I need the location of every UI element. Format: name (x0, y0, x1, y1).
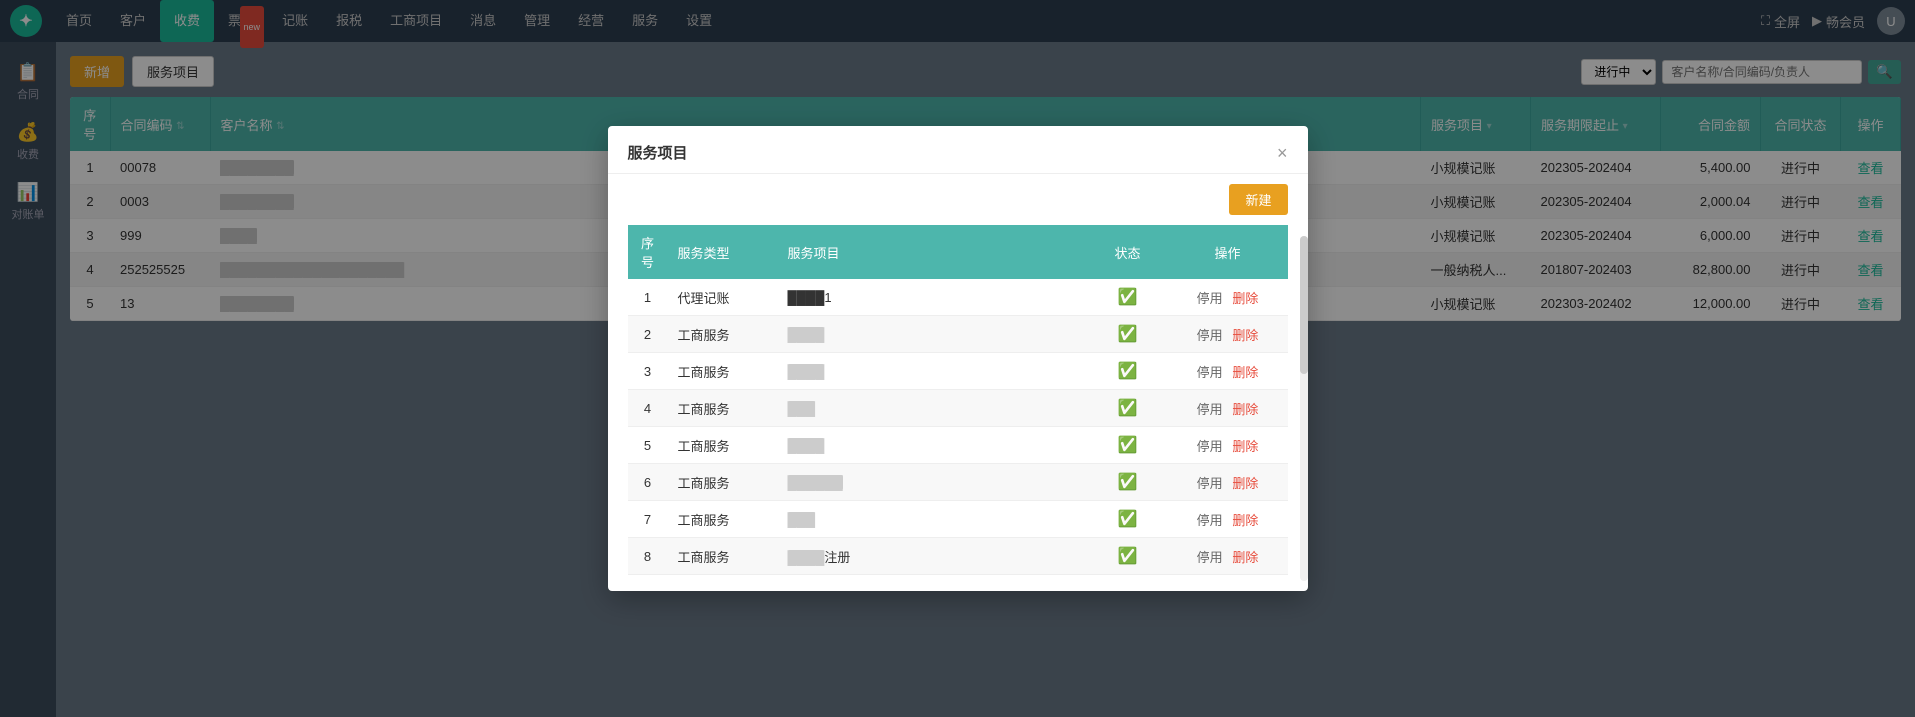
disable-button[interactable]: 停用 (1197, 365, 1223, 380)
modal-cell-item: ███ (778, 501, 1088, 538)
modal-cell-seq: 3 (628, 353, 668, 390)
modal-table-row: 5 工商服务 ████ ✅ 停用 删除 (628, 427, 1288, 464)
modal-scrollbar-thumb (1300, 236, 1308, 374)
status-check-icon: ✅ (1118, 400, 1138, 417)
status-check-icon: ✅ (1118, 363, 1138, 380)
delete-button[interactable]: 删除 (1232, 476, 1258, 491)
disable-button[interactable]: 停用 (1197, 550, 1223, 565)
modal-cell-type: 工商服务 (668, 427, 778, 464)
modal-cell-status: ✅ (1088, 279, 1168, 316)
status-check-icon: ✅ (1118, 474, 1138, 491)
delete-button[interactable]: 删除 (1232, 402, 1258, 417)
modal-cell-item: ████ (778, 316, 1088, 353)
modal-col-item: 服务项目 (778, 225, 1088, 279)
modal-table-row: 8 工商服务 ████注册 ✅ 停用 删除 (628, 538, 1288, 575)
modal-body: 序号 服务类型 服务项目 状态 操作 1 代理记账 ████1 ✅ 停用 删除 … (608, 225, 1308, 591)
modal-overlay[interactable]: 服务项目 × 新建 序号 服务类型 服务项目 状态 操作 1 代理记账 (0, 0, 1915, 717)
modal-table-row: 7 工商服务 ███ ✅ 停用 删除 (628, 501, 1288, 538)
status-check-icon: ✅ (1118, 511, 1138, 528)
modal-cell-status: ✅ (1088, 427, 1168, 464)
modal-table-row: 3 工商服务 ████ ✅ 停用 删除 (628, 353, 1288, 390)
modal-cell-type: 工商服务 (668, 538, 778, 575)
modal-cell-status: ✅ (1088, 390, 1168, 427)
delete-button[interactable]: 删除 (1232, 513, 1258, 528)
modal-cell-type: 工商服务 (668, 316, 778, 353)
modal-cell-type: 工商服务 (668, 390, 778, 427)
delete-button[interactable]: 删除 (1232, 328, 1258, 343)
modal-cell-action: 停用 删除 (1168, 316, 1288, 353)
modal-cell-status: ✅ (1088, 353, 1168, 390)
modal-table-row: 1 代理记账 ████1 ✅ 停用 删除 (628, 279, 1288, 316)
modal-cell-seq: 1 (628, 279, 668, 316)
modal-cell-status: ✅ (1088, 316, 1168, 353)
delete-button[interactable]: 删除 (1232, 439, 1258, 454)
modal-cell-type: 代理记账 (668, 279, 778, 316)
status-check-icon: ✅ (1118, 548, 1138, 565)
modal-cell-seq: 6 (628, 464, 668, 501)
modal-header: 服务项目 × (608, 126, 1308, 174)
modal-cell-action: 停用 删除 (1168, 279, 1288, 316)
delete-button[interactable]: 删除 (1232, 550, 1258, 565)
service-items-modal: 服务项目 × 新建 序号 服务类型 服务项目 状态 操作 1 代理记账 (608, 126, 1308, 591)
modal-table-row: 2 工商服务 ████ ✅ 停用 删除 (628, 316, 1288, 353)
modal-cell-action: 停用 删除 (1168, 464, 1288, 501)
modal-cell-status: ✅ (1088, 464, 1168, 501)
modal-title: 服务项目 (628, 142, 688, 163)
modal-cell-action: 停用 删除 (1168, 538, 1288, 575)
modal-col-action: 操作 (1168, 225, 1288, 279)
modal-table-row: 4 工商服务 ███ ✅ 停用 删除 (628, 390, 1288, 427)
modal-cell-action: 停用 删除 (1168, 501, 1288, 538)
modal-new-button[interactable]: 新建 (1229, 184, 1287, 215)
disable-button[interactable]: 停用 (1197, 476, 1223, 491)
status-check-icon: ✅ (1118, 326, 1138, 343)
modal-tbody: 1 代理记账 ████1 ✅ 停用 删除 2 工商服务 ████ ✅ 停用 删除… (628, 279, 1288, 575)
modal-cell-item: ████ (778, 353, 1088, 390)
delete-button[interactable]: 删除 (1232, 291, 1258, 306)
modal-col-type: 服务类型 (668, 225, 778, 279)
modal-cell-type: 工商服务 (668, 464, 778, 501)
modal-cell-action: 停用 删除 (1168, 390, 1288, 427)
disable-button[interactable]: 停用 (1197, 513, 1223, 528)
delete-button[interactable]: 删除 (1232, 365, 1258, 380)
disable-button[interactable]: 停用 (1197, 291, 1223, 306)
modal-cell-seq: 2 (628, 316, 668, 353)
modal-header-row: 序号 服务类型 服务项目 状态 操作 (628, 225, 1288, 279)
modal-cell-seq: 4 (628, 390, 668, 427)
modal-scrollbar[interactable] (1300, 236, 1308, 581)
modal-col-seq: 序号 (628, 225, 668, 279)
status-check-icon: ✅ (1118, 437, 1138, 454)
modal-cell-seq: 7 (628, 501, 668, 538)
modal-cell-status: ✅ (1088, 501, 1168, 538)
disable-button[interactable]: 停用 (1197, 328, 1223, 343)
modal-cell-action: 停用 删除 (1168, 353, 1288, 390)
modal-toolbar: 新建 (608, 174, 1308, 225)
modal-cell-type: 工商服务 (668, 353, 778, 390)
modal-cell-seq: 8 (628, 538, 668, 575)
modal-cell-status: ✅ (1088, 538, 1168, 575)
modal-cell-type: 工商服务 (668, 501, 778, 538)
modal-close-button[interactable]: × (1277, 144, 1288, 162)
disable-button[interactable]: 停用 (1197, 439, 1223, 454)
disable-button[interactable]: 停用 (1197, 402, 1223, 417)
modal-table-row: 6 工商服务 ██████ ✅ 停用 删除 (628, 464, 1288, 501)
service-items-table: 序号 服务类型 服务项目 状态 操作 1 代理记账 ████1 ✅ 停用 删除 … (628, 225, 1288, 575)
modal-cell-seq: 5 (628, 427, 668, 464)
modal-cell-action: 停用 删除 (1168, 427, 1288, 464)
modal-cell-item: ████1 (778, 279, 1088, 316)
modal-col-status: 状态 (1088, 225, 1168, 279)
modal-cell-item: ██████ (778, 464, 1088, 501)
status-check-icon: ✅ (1118, 289, 1138, 306)
modal-cell-item: ███ (778, 390, 1088, 427)
modal-cell-item: ████ (778, 427, 1088, 464)
modal-cell-item: ████注册 (778, 538, 1088, 575)
